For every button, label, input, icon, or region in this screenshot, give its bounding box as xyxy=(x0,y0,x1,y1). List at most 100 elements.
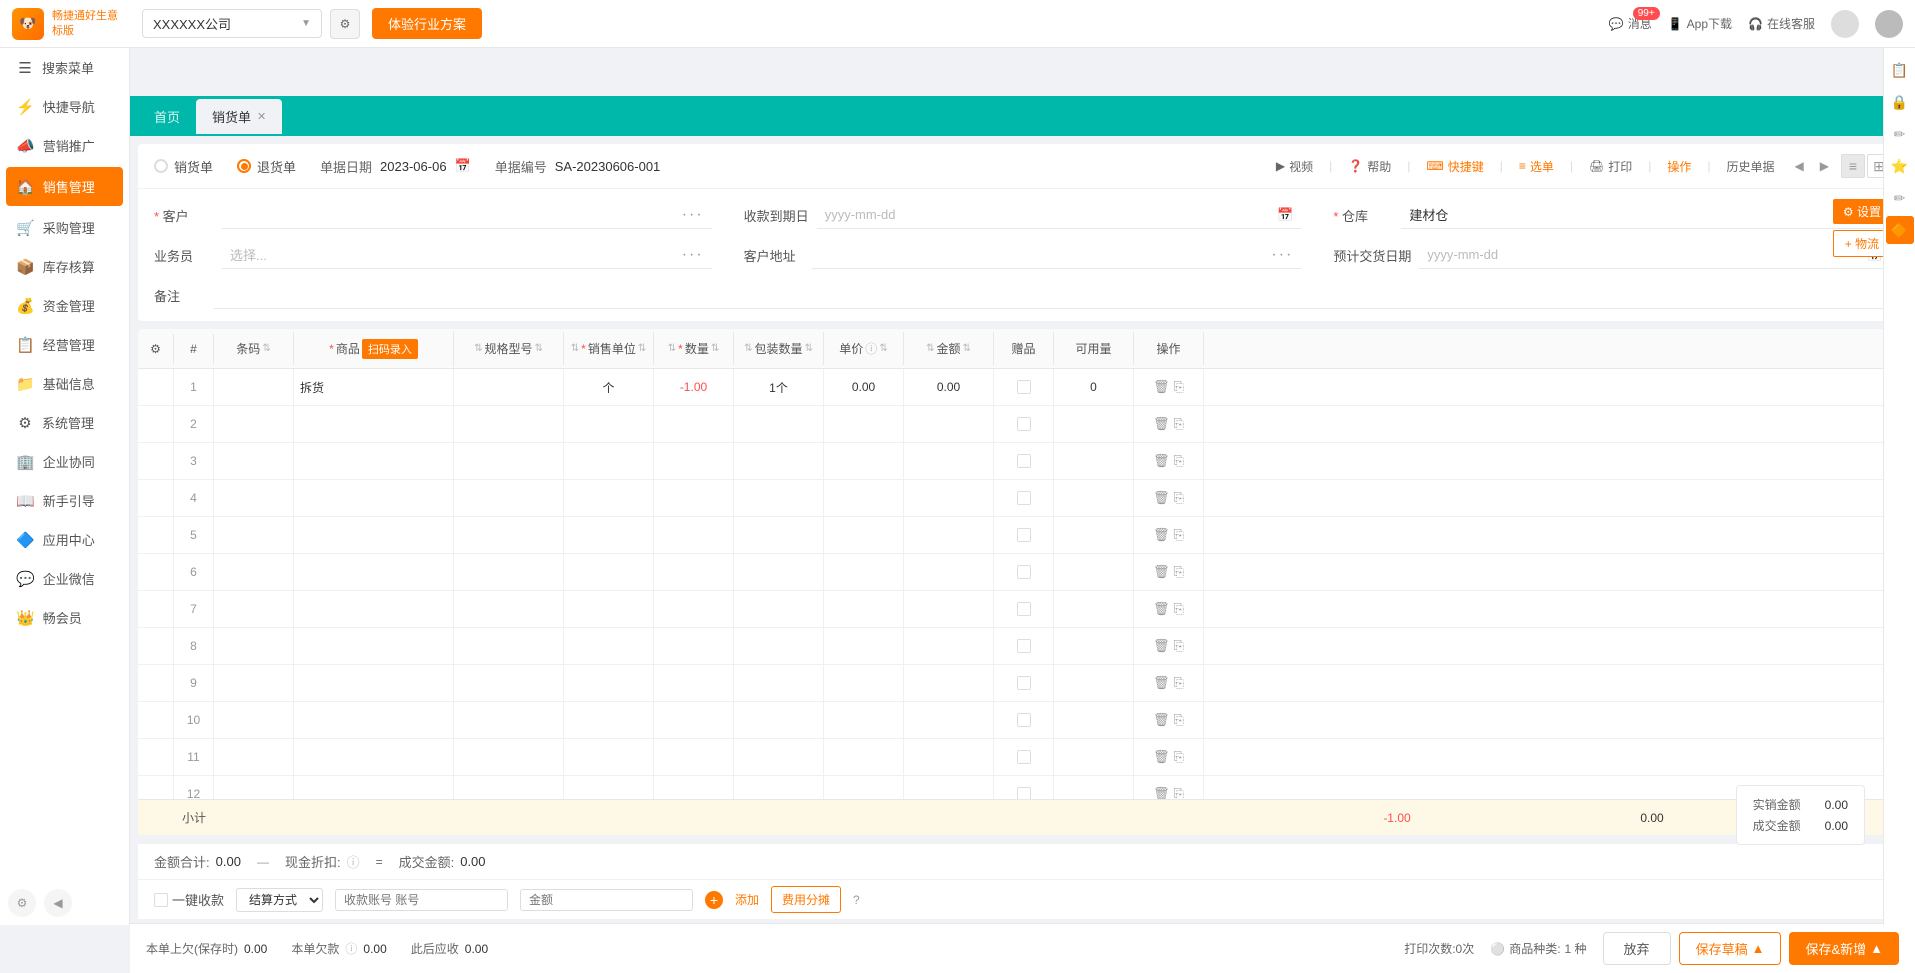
history-link[interactable]: 历史单据 xyxy=(1719,158,1783,175)
sales-order-radio[interactable]: 销货单 xyxy=(154,157,213,176)
row-price[interactable] xyxy=(824,591,904,627)
gift-checkbox[interactable] xyxy=(1017,454,1031,468)
unit-sort-icon2[interactable]: ⇅ xyxy=(638,343,646,354)
qty-sort-icon[interactable]: ⇅ xyxy=(668,343,676,354)
settings-icon[interactable]: ⚙ xyxy=(330,9,360,39)
amount-sort-icon[interactable]: ⇅ xyxy=(926,343,934,354)
shortcut-link[interactable]: ⌨ 快捷键 xyxy=(1418,158,1491,175)
row-spec[interactable] xyxy=(454,665,564,701)
row-unit[interactable] xyxy=(564,776,654,799)
row-unit[interactable] xyxy=(564,480,654,516)
right-sidebar-btn-2[interactable]: 🔒 xyxy=(1886,88,1914,116)
sidebar-item-system[interactable]: ⚙ 系统管理 xyxy=(0,403,129,442)
row-spec[interactable] xyxy=(454,517,564,553)
spec-sort-icon[interactable]: ⇅ xyxy=(474,343,482,354)
delete-row-button[interactable]: 🗑 xyxy=(1153,453,1170,469)
row-qty[interactable] xyxy=(654,480,734,516)
row-goods[interactable] xyxy=(294,406,454,442)
sidebar-item-member[interactable]: 👑 畅会员 xyxy=(0,598,129,637)
gift-checkbox[interactable] xyxy=(1017,528,1031,542)
row-barcode[interactable] xyxy=(214,369,294,405)
row-gear-icon[interactable] xyxy=(138,443,174,479)
row-pkg[interactable]: 1个 xyxy=(734,369,824,405)
num-value[interactable]: SA-20230606-001 xyxy=(555,159,661,174)
row-amount[interactable] xyxy=(904,480,994,516)
payment-amount-input[interactable] xyxy=(520,889,693,911)
sidebar-item-search[interactable]: ☰ 搜索菜单 xyxy=(0,48,129,87)
row-goods[interactable] xyxy=(294,554,454,590)
sidebar-item-purchase[interactable]: 🛒 采购管理 xyxy=(0,208,129,247)
row-gear-icon[interactable] xyxy=(138,369,174,405)
right-sidebar-btn-6[interactable]: 🔶 xyxy=(1886,216,1914,244)
row-goods[interactable] xyxy=(294,591,454,627)
sidebar-item-wechat[interactable]: 💬 企业微信 xyxy=(0,559,129,598)
sidebar-item-finance[interactable]: 💰 资金管理 xyxy=(0,286,129,325)
row-qty[interactable] xyxy=(654,591,734,627)
row-goods[interactable] xyxy=(294,443,454,479)
copy-row-button[interactable]: ⎘ xyxy=(1174,786,1184,799)
row-amount[interactable] xyxy=(904,591,994,627)
copy-row-button[interactable]: ⎘ xyxy=(1174,638,1184,654)
row-gear-icon[interactable] xyxy=(138,628,174,664)
add-payment-button[interactable]: + xyxy=(705,891,723,909)
row-pkg[interactable] xyxy=(734,702,824,738)
row-pkg[interactable] xyxy=(734,554,824,590)
company-selector[interactable]: XXXXXX公司 ▼ xyxy=(142,9,322,38)
salesperson-dots-icon[interactable]: ··· xyxy=(682,246,704,264)
operate-link[interactable]: 操作 xyxy=(1659,158,1699,175)
qty-sort-icon2[interactable]: ⇅ xyxy=(711,343,719,354)
row-goods[interactable] xyxy=(294,776,454,799)
right-sidebar-btn-4[interactable]: ⭐ xyxy=(1886,152,1914,180)
delete-row-button[interactable]: 🗑 xyxy=(1153,416,1170,432)
avatar[interactable] xyxy=(1831,10,1859,38)
row-amount[interactable] xyxy=(904,517,994,553)
tab-sales-order[interactable]: 销货单 ✕ xyxy=(196,99,282,134)
row-unit[interactable] xyxy=(564,702,654,738)
scan-button[interactable]: 扫码录入 xyxy=(362,339,418,359)
nav-right-icon[interactable]: ▶ xyxy=(1816,159,1833,173)
amount-sort-icon2[interactable]: ⇅ xyxy=(963,343,971,354)
due-date-calendar-icon[interactable]: 📅 xyxy=(1277,207,1293,223)
date-value[interactable]: 2023-06-06 xyxy=(380,159,447,174)
row-barcode[interactable] xyxy=(214,739,294,775)
message-button[interactable]: 💬 消息 99+ xyxy=(1609,15,1652,32)
row-barcode[interactable] xyxy=(214,776,294,799)
unit-sort-icon[interactable]: ⇅ xyxy=(571,343,579,354)
row-gift[interactable] xyxy=(994,702,1054,738)
copy-row-button[interactable]: ⎘ xyxy=(1174,749,1184,765)
barcode-sort-icon[interactable]: ⇅ xyxy=(262,343,270,354)
row-gear-icon[interactable] xyxy=(138,702,174,738)
row-price[interactable] xyxy=(824,702,904,738)
copy-row-button[interactable]: ⎘ xyxy=(1174,601,1184,617)
row-barcode[interactable] xyxy=(214,443,294,479)
tab-home[interactable]: 首页 xyxy=(138,99,196,134)
select-link[interactable]: ≡ 选单 xyxy=(1511,158,1562,175)
row-pkg[interactable] xyxy=(734,443,824,479)
row-unit[interactable] xyxy=(564,665,654,701)
row-gift[interactable] xyxy=(994,739,1054,775)
delete-row-button[interactable]: 🗑 xyxy=(1153,749,1170,765)
warehouse-input[interactable]: 建材仓 ··· xyxy=(1401,201,1891,229)
row-goods[interactable]: 拆货 xyxy=(294,369,454,405)
right-sidebar-btn-3[interactable]: ✏ xyxy=(1886,120,1914,148)
row-goods[interactable] xyxy=(294,628,454,664)
row-barcode[interactable] xyxy=(214,702,294,738)
row-unit[interactable] xyxy=(564,517,654,553)
copy-row-button[interactable]: ⎘ xyxy=(1174,712,1184,728)
row-unit[interactable] xyxy=(564,443,654,479)
row-unit[interactable] xyxy=(564,554,654,590)
owe-help-icon[interactable]: ⓘ xyxy=(345,940,357,957)
row-barcode[interactable] xyxy=(214,554,294,590)
row-spec[interactable] xyxy=(454,702,564,738)
gift-checkbox[interactable] xyxy=(1017,417,1031,431)
th-gear[interactable]: ⚙ xyxy=(138,334,174,364)
row-amount[interactable] xyxy=(904,554,994,590)
delete-row-button[interactable]: 🗑 xyxy=(1153,490,1170,506)
save-new-chevron-icon[interactable]: ▲ xyxy=(1870,941,1883,956)
copy-row-button[interactable]: ⎘ xyxy=(1174,564,1184,580)
cash-discount-info-icon[interactable]: ⓘ xyxy=(347,852,360,871)
row-gift[interactable] xyxy=(994,776,1054,799)
row-spec[interactable] xyxy=(454,776,564,799)
row-price[interactable] xyxy=(824,776,904,799)
row-gift[interactable] xyxy=(994,591,1054,627)
